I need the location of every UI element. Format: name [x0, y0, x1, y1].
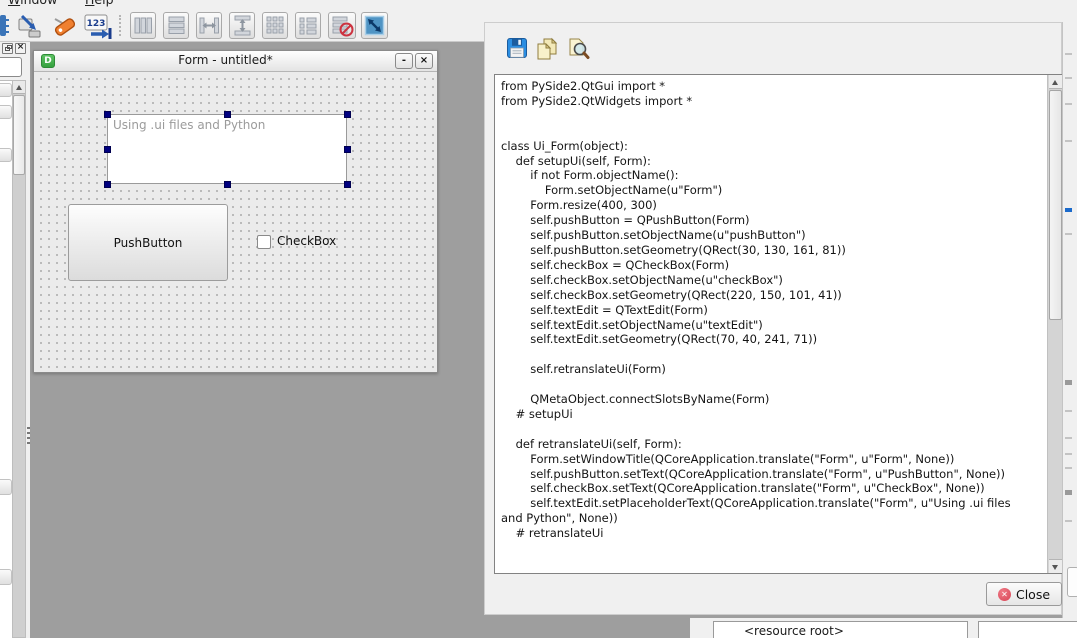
close-button-label: Close: [1016, 587, 1050, 602]
splitter-handle[interactable]: [27, 427, 30, 445]
selection-handle-mid-right[interactable]: [344, 146, 351, 153]
find-icon: [567, 37, 591, 61]
menu-bar: Window Help: [0, 0, 1077, 9]
form-canvas[interactable]: Using .ui files and Python PushButton Ch…: [34, 72, 437, 372]
copy-button[interactable]: [535, 37, 559, 61]
widget-box-panel: ×: [0, 42, 30, 638]
break-layout-button[interactable]: [328, 12, 356, 39]
widget-filter-input[interactable]: [0, 57, 22, 77]
form-window-titlebar[interactable]: D Form - untitled* - ×: [34, 51, 437, 72]
code-scrollbar[interactable]: [1047, 75, 1062, 573]
selection-handle-bottom-right[interactable]: [344, 181, 351, 188]
resource-preview-pane: [978, 621, 1077, 638]
scrollbar-thumb[interactable]: [13, 95, 25, 175]
toolbar-separator: [119, 15, 121, 36]
pushbutton-label: PushButton: [114, 236, 183, 250]
code-preview-dialog: from PySide2.QtGui import * from PySide2…: [484, 22, 1062, 615]
scroll-up-button[interactable]: [13, 81, 25, 94]
selection-handle-top-left[interactable]: [104, 111, 111, 118]
textedit-placeholder: Using .ui files and Python: [113, 118, 265, 132]
resource-browser-panel: <resource root>: [690, 618, 1077, 638]
widget-category-header[interactable]: [0, 83, 12, 97]
form-window-title: Form - untitled*: [64, 53, 387, 67]
layout-horizontal-splitter-button[interactable]: [196, 12, 222, 39]
textedit-widget[interactable]: Using .ui files and Python: [107, 114, 347, 184]
checkbox-label: CheckBox: [277, 234, 336, 248]
layout-form-button[interactable]: [295, 12, 321, 39]
layout-grid-button[interactable]: [262, 12, 288, 39]
dock-float-button[interactable]: [2, 43, 13, 54]
scroll-down-button[interactable]: [1049, 559, 1062, 573]
arrow-down-icon: [1052, 565, 1058, 570]
edit-tab-order-icon[interactable]: 123: [84, 13, 112, 43]
close-button[interactable]: ✕ Close: [986, 582, 1062, 606]
selection-handle-bottom-mid[interactable]: [224, 181, 231, 188]
selection-handle-mid-left[interactable]: [104, 146, 111, 153]
layout-vertical-button[interactable]: [163, 12, 189, 39]
selected-row-edge: [1065, 208, 1072, 212]
edit-widgets-icon[interactable]: [0, 13, 10, 39]
resource-tree[interactable]: <resource root>: [713, 621, 968, 638]
right-panel-edge: [1062, 22, 1077, 638]
form-close-button[interactable]: ×: [415, 53, 433, 69]
close-circle-icon: ✕: [998, 588, 1011, 601]
designer-app-icon: D: [41, 54, 55, 68]
close-icon: ×: [16, 42, 25, 52]
generated-code-view[interactable]: from PySide2.QtGui import * from PySide2…: [494, 74, 1063, 574]
copy-icon: [535, 37, 559, 61]
adjust-size-button[interactable]: [361, 12, 388, 39]
scroll-up-button[interactable]: [1049, 75, 1062, 89]
save-icon: [506, 37, 528, 59]
save-button[interactable]: [506, 37, 530, 61]
find-button[interactable]: [567, 37, 591, 61]
dock-close-button[interactable]: ×: [15, 43, 26, 54]
widget-category-header[interactable]: [0, 148, 12, 162]
form-minimize-button[interactable]: -: [395, 53, 413, 69]
scrollbar-thumb[interactable]: [1049, 90, 1062, 320]
svg-text:123: 123: [87, 19, 106, 29]
widget-category-header[interactable]: [0, 479, 12, 495]
menu-item-window[interactable]: Window: [8, 0, 57, 7]
edit-signals-slots-icon[interactable]: [17, 13, 43, 43]
arrow-up-icon: [16, 85, 22, 90]
arrow-up-icon: [1052, 80, 1058, 85]
qt-designer-window: Window Help: [0, 0, 1077, 638]
form-editor-window: D Form - untitled* - × Using .ui files a…: [33, 50, 438, 373]
edit-buddies-icon[interactable]: [52, 13, 78, 43]
widget-box-list[interactable]: [0, 80, 12, 638]
resource-root-item[interactable]: <resource root>: [714, 622, 967, 638]
widget-box-scrollbar[interactable]: [12, 80, 26, 638]
widget-category-header[interactable]: [0, 569, 12, 585]
pushbutton-widget[interactable]: PushButton: [68, 204, 228, 281]
partial-widget-edge: [1067, 567, 1077, 597]
selection-handle-top-right[interactable]: [344, 111, 351, 118]
layout-horizontal-button[interactable]: [130, 12, 156, 39]
python-code-text[interactable]: from PySide2.QtGui import * from PySide2…: [495, 75, 1047, 573]
selection-handle-top-mid[interactable]: [224, 111, 231, 118]
menu-item-help[interactable]: Help: [85, 0, 114, 7]
selection-handle-bottom-left[interactable]: [104, 181, 111, 188]
checkbox-indicator[interactable]: [257, 235, 271, 249]
widget-category-header[interactable]: [0, 105, 12, 119]
layout-vertical-splitter-button[interactable]: [229, 12, 255, 39]
